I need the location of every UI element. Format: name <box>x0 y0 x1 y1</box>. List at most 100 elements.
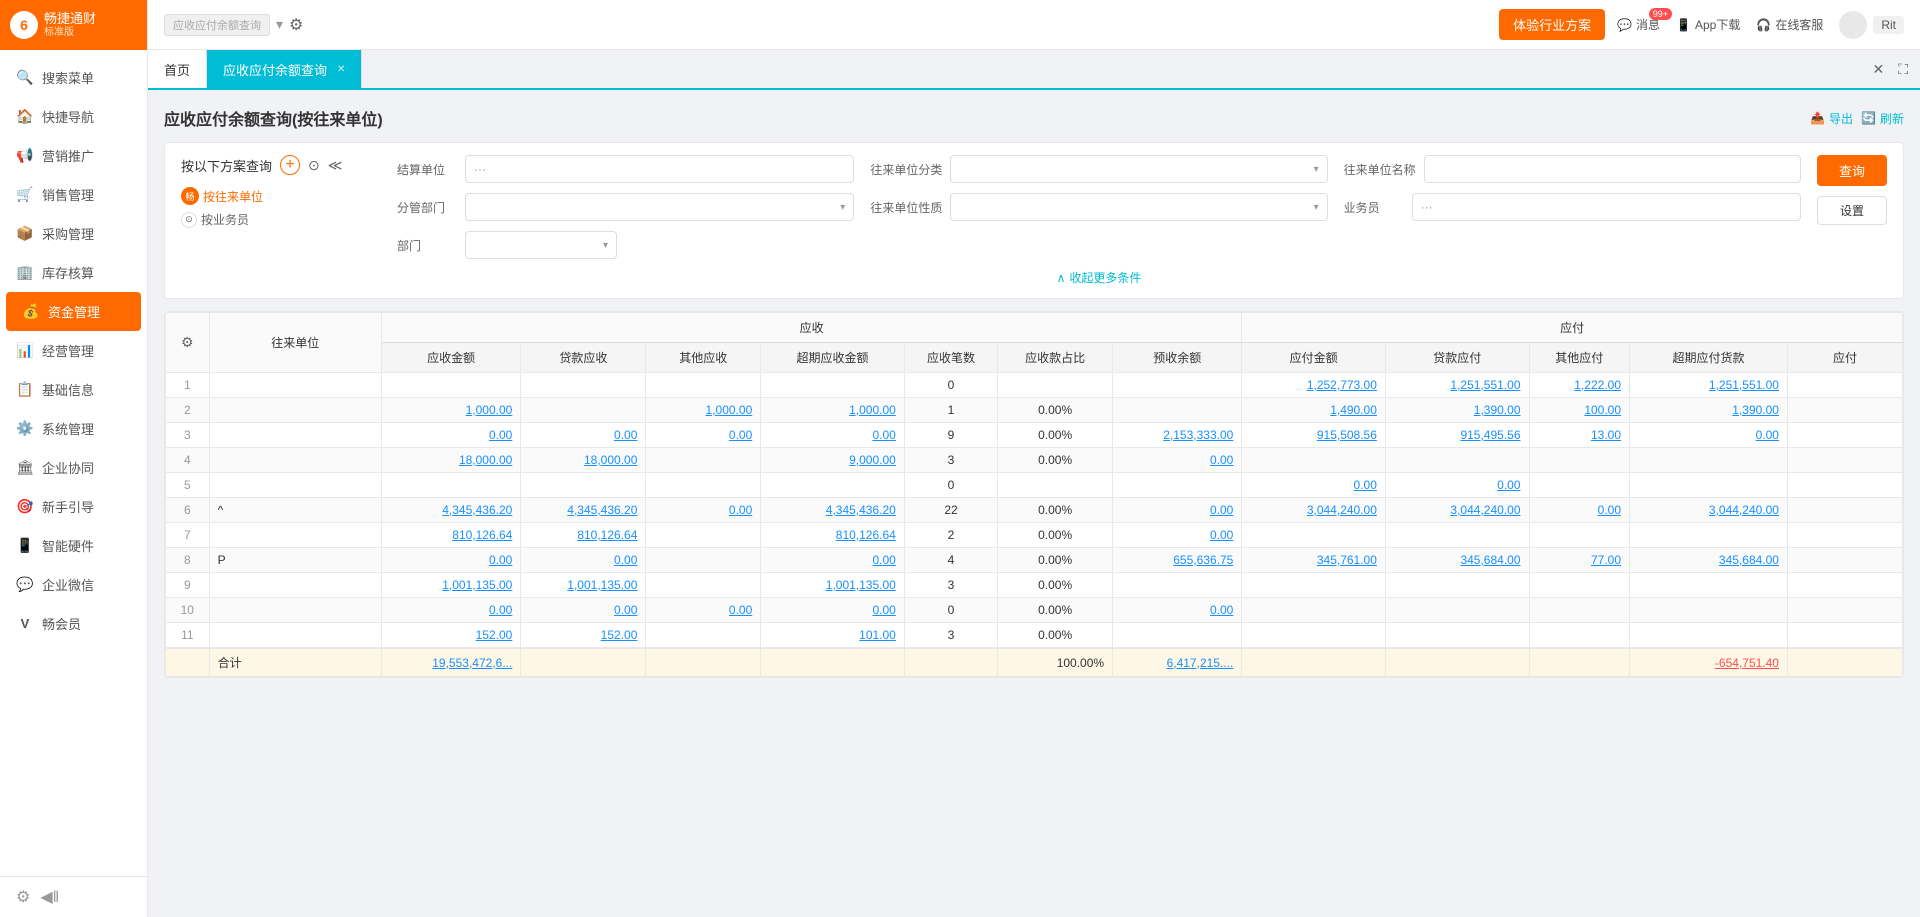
app-download-btn[interactable]: 📱 App下载 <box>1676 16 1740 33</box>
breadcrumb-dropdown[interactable]: ▾ <box>276 16 283 33</box>
cell-value[interactable]: 1,222.00 <box>1529 373 1630 398</box>
total-cell[interactable]: 19,553,472,6... <box>381 648 520 677</box>
cell-link[interactable]: 0.00 <box>872 603 895 617</box>
th-settings[interactable]: ⚙ <box>166 313 210 373</box>
cell-value[interactable]: 915,508.56 <box>1242 423 1386 448</box>
cell-value[interactable]: 4,345,436.20 <box>381 498 520 523</box>
dept-manager-input[interactable]: ▾ <box>465 193 854 221</box>
cell-value[interactable]: 915,495.56 <box>1385 423 1529 448</box>
cell-link[interactable]: 77.00 <box>1591 553 1621 567</box>
sidebar-item-wechat[interactable]: 💬 企业微信 <box>0 565 147 604</box>
cell-value[interactable]: 1,390.00 <box>1630 398 1788 423</box>
cell-link[interactable]: 0.00 <box>1210 503 1233 517</box>
cell-link[interactable]: 915,495.56 <box>1460 428 1520 442</box>
sidebar-item-search[interactable]: 🔍 搜索菜单 <box>0 58 147 97</box>
cell-link[interactable]: 4,345,436.20 <box>567 503 637 517</box>
cell-value[interactable]: 0.00 <box>646 598 761 623</box>
cell-value[interactable]: 0.00 <box>1630 423 1788 448</box>
cell-value[interactable]: 1,000.00 <box>646 398 761 423</box>
cell-link[interactable]: 13.00 <box>1591 428 1621 442</box>
cell-value[interactable]: 1,252,773.00 <box>1242 373 1386 398</box>
cell-link[interactable]: 810,126.64 <box>452 528 512 542</box>
messages-btn[interactable]: 💬 消息 99+ <box>1617 16 1660 33</box>
cell-link[interactable]: 345,684.00 <box>1719 553 1779 567</box>
cell-value[interactable]: 0.00 <box>646 423 761 448</box>
sidebar-item-finance[interactable]: 💰 资金管理 <box>6 292 141 331</box>
cell-link[interactable]: 0.00 <box>872 428 895 442</box>
cell-value[interactable]: 0.00 <box>1385 473 1529 498</box>
sidebar-item-sales[interactable]: 🛒 销售管理 <box>0 175 147 214</box>
cell-link[interactable]: 0.00 <box>729 428 752 442</box>
cell-link[interactable]: 0.00 <box>614 603 637 617</box>
scheme-salesperson[interactable]: ⊙ 按业务员 <box>181 211 249 228</box>
cell-link[interactable]: 3,044,240.00 <box>1709 503 1779 517</box>
cell-link[interactable]: 0.00 <box>489 603 512 617</box>
sidebar-item-system[interactable]: ⚙️ 系统管理 <box>0 409 147 448</box>
cell-link[interactable]: 0.00 <box>1210 453 1233 467</box>
cell-value[interactable]: 0.00 <box>646 498 761 523</box>
cell-value[interactable]: 0.00 <box>521 423 646 448</box>
partner-nature-input[interactable]: ▾ <box>950 193 1327 221</box>
cell-link[interactable]: 3,044,240.00 <box>1307 503 1377 517</box>
cell-value[interactable]: 1,001,135.00 <box>521 573 646 598</box>
salesperson-input[interactable]: ··· <box>1412 193 1801 221</box>
cell-value[interactable]: 1,001,135.00 <box>381 573 520 598</box>
sidebar-item-vip[interactable]: V 畅会员 <box>0 604 147 643</box>
cell-value[interactable]: 18,000.00 <box>381 448 520 473</box>
cell-link[interactable]: 915,508.56 <box>1317 428 1377 442</box>
cell-link[interactable]: 0.00 <box>614 553 637 567</box>
cell-link[interactable]: 101.00 <box>859 628 896 642</box>
cell-value[interactable]: 345,684.00 <box>1385 548 1529 573</box>
sidebar-collapse-btn[interactable]: ◀‖ <box>40 887 59 907</box>
cell-link[interactable]: 810,126.64 <box>836 528 896 542</box>
cell-value[interactable]: 0.00 <box>381 548 520 573</box>
cell-link[interactable]: 100.00 <box>1584 403 1621 417</box>
online-service-btn[interactable]: 🎧 在线客服 <box>1756 16 1823 33</box>
cell-link[interactable]: 1,390.00 <box>1474 403 1521 417</box>
cell-link[interactable]: 655,636.75 <box>1173 553 1233 567</box>
cell-link[interactable]: 1,222.00 <box>1574 378 1621 392</box>
cell-value[interactable]: 100.00 <box>1529 398 1630 423</box>
cell-link[interactable]: 0.00 <box>1210 603 1233 617</box>
cell-value[interactable]: 655,636.75 <box>1113 548 1242 573</box>
cell-link[interactable]: 1,251,551.00 <box>1709 378 1779 392</box>
cell-value[interactable]: 810,126.64 <box>381 523 520 548</box>
tab-receivable-query[interactable]: 应收应付余额查询 ✕ <box>207 50 362 88</box>
cell-link[interactable]: 0.00 <box>1354 478 1377 492</box>
cell-link[interactable]: 810,126.64 <box>577 528 637 542</box>
sidebar-settings-btn[interactable]: ⚙ <box>16 887 30 907</box>
tab-close-icon[interactable]: ✕ <box>337 64 345 75</box>
cell-value[interactable]: 101.00 <box>761 623 905 649</box>
cell-link[interactable]: 0.00 <box>614 428 637 442</box>
sidebar-item-operation[interactable]: 📊 经营管理 <box>0 331 147 370</box>
user-info[interactable]: Rit <box>1839 11 1904 39</box>
tab-home[interactable]: 首页 <box>148 50 207 88</box>
cell-link[interactable]: 2,153,333.00 <box>1163 428 1233 442</box>
cell-value[interactable]: 13.00 <box>1529 423 1630 448</box>
cell-value[interactable]: 345,761.00 <box>1242 548 1386 573</box>
cell-link[interactable]: 1,252,773.00 <box>1307 378 1377 392</box>
cell-value[interactable]: 0.00 <box>381 423 520 448</box>
settings-icon[interactable]: ⚙ <box>289 15 303 35</box>
cell-value[interactable]: 0.00 <box>761 548 905 573</box>
cell-value[interactable]: 1,000.00 <box>381 398 520 423</box>
cell-value[interactable]: 3,044,240.00 <box>1385 498 1529 523</box>
query-button[interactable]: 查询 <box>1817 155 1887 186</box>
cell-value[interactable]: 0.00 <box>1113 448 1242 473</box>
cell-value[interactable]: 1,390.00 <box>1385 398 1529 423</box>
sidebar-item-marketing[interactable]: 📢 营销推广 <box>0 136 147 175</box>
cell-link[interactable]: 1,251,551.00 <box>1450 378 1520 392</box>
sidebar-item-purchase[interactable]: 📦 采购管理 <box>0 214 147 253</box>
cell-link[interactable]: 1,000.00 <box>706 403 753 417</box>
cell-value[interactable]: 0.00 <box>1113 598 1242 623</box>
refresh-btn[interactable]: 🔄 刷新 <box>1861 110 1904 127</box>
expand-window-btn[interactable]: ⛶ <box>1894 59 1912 80</box>
export-btn[interactable]: 📤 导出 <box>1810 110 1853 127</box>
sidebar-item-quicknav[interactable]: 🏠 快捷导航 <box>0 97 147 136</box>
sidebar-item-guide[interactable]: 🎯 新手引导 <box>0 487 147 526</box>
cell-value[interactable]: 152.00 <box>521 623 646 649</box>
cell-link[interactable]: 152.00 <box>476 628 513 642</box>
settings-button[interactable]: 设置 <box>1817 196 1887 225</box>
cell-link[interactable]: 4,345,436.20 <box>826 503 896 517</box>
cell-link[interactable]: 4,345,436.20 <box>442 503 512 517</box>
